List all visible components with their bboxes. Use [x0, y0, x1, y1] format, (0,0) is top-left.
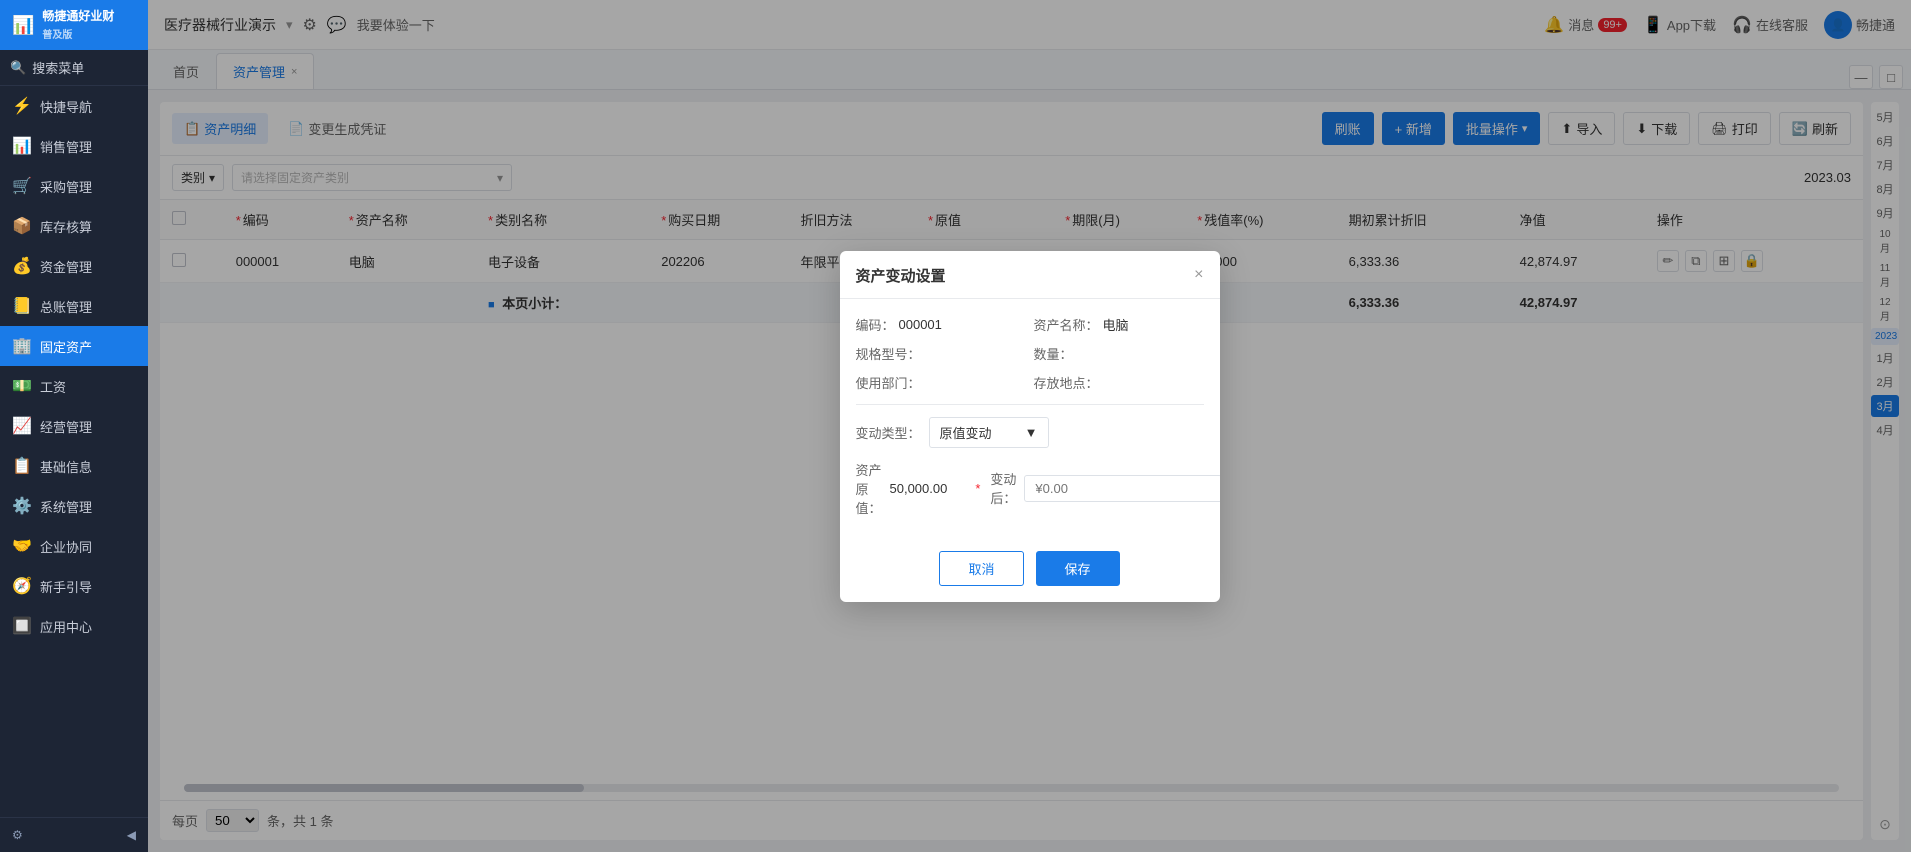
purchase-icon: 🛒 [12, 176, 32, 196]
change-type-value: 原值变动 [940, 423, 992, 442]
quick-nav-icon: ⚡ [12, 96, 32, 116]
inventory-label: 库存核算 [40, 217, 92, 236]
dialog-body: 编码： 000001 资产名称： 电脑 规格型号： 数量： [840, 299, 1220, 547]
search-label: 搜索菜单 [32, 58, 84, 77]
guide-icon: 🧭 [12, 576, 32, 596]
finance-label: 资金管理 [40, 257, 92, 276]
sidebar-item-payroll[interactable]: 💵 工资 [0, 366, 148, 406]
asset-name-label: 资产名称： [1034, 315, 1099, 334]
asset-value-row: 资产原值： 50,000.00 * 变动后： [856, 460, 1204, 517]
dialog-row-1: 编码： 000001 资产名称： 电脑 [856, 315, 1204, 334]
base-info-label: 基础信息 [40, 457, 92, 476]
purchase-label: 采购管理 [40, 177, 92, 196]
search-icon: 🔍 [10, 60, 26, 76]
finance-icon: 💰 [12, 256, 32, 276]
sidebar-item-sales[interactable]: 📊 销售管理 [0, 126, 148, 166]
after-change-input[interactable] [1024, 475, 1219, 502]
code-value: 000001 [899, 317, 942, 332]
dialog-close-btn[interactable]: × [1194, 266, 1203, 284]
change-type-row: 变动类型： 原值变动 ▼ [856, 417, 1204, 448]
sidebar-item-search[interactable]: 🔍 搜索菜单 [0, 50, 148, 86]
apps-label: 应用中心 [40, 617, 92, 636]
app-edition: 普及版 [42, 26, 114, 41]
dialog-overlay: 资产变动设置 × 编码： 000001 资产名称： 电脑 [148, 0, 1911, 852]
fixed-assets-icon: 🏢 [12, 336, 32, 356]
main-area: 医疗器械行业演示 ▾ ⚙ 💬 我要体验一下 🔔 消息 99+ 📱 App下载 🎧… [148, 0, 1911, 852]
ops-label: 经营管理 [40, 417, 92, 436]
dialog-spec-field: 规格型号： [856, 344, 1026, 363]
sidebar-item-ledger[interactable]: 📒 总账管理 [0, 286, 148, 326]
sidebar-item-guide[interactable]: 🧭 新手引导 [0, 566, 148, 606]
app-name: 畅捷通好业财 [42, 9, 114, 25]
app-name-block: 畅捷通好业财 普及版 [42, 9, 114, 41]
sidebar-item-ops[interactable]: 📈 经营管理 [0, 406, 148, 446]
change-type-chevron: ▼ [1025, 425, 1038, 440]
dialog-footer: 取消 保存 [840, 547, 1220, 602]
quick-nav-label: 快捷导航 [40, 97, 92, 116]
asset-value-value: 50,000.00 [890, 481, 948, 496]
system-icon: ⚙️ [12, 496, 32, 516]
dialog-title: 资产变动设置 [856, 265, 946, 286]
change-type-label: 变动类型： [856, 423, 921, 442]
save-button[interactable]: 保存 [1036, 551, 1120, 586]
cancel-button[interactable]: 取消 [939, 551, 1023, 586]
settings-footer-icon[interactable]: ⚙ [12, 828, 23, 842]
base-info-icon: 📋 [12, 456, 32, 476]
dialog-quantity-field: 数量： [1034, 344, 1204, 363]
fixed-assets-label: 固定资产 [40, 337, 92, 356]
sidebar-item-apps[interactable]: 🔲 应用中心 [0, 606, 148, 646]
inventory-icon: 📦 [12, 216, 32, 236]
sidebar-footer: ⚙ ◀ [0, 817, 148, 852]
sidebar-item-fixed-assets[interactable]: 🏢 固定资产 [0, 326, 148, 366]
dept-label: 使用部门： [856, 373, 921, 392]
sales-label: 销售管理 [40, 137, 92, 156]
asset-name-value: 电脑 [1103, 315, 1129, 334]
sidebar-item-system[interactable]: ⚙️ 系统管理 [0, 486, 148, 526]
payroll-label: 工资 [40, 377, 66, 396]
dialog-divider [856, 404, 1204, 405]
dialog-dept-field: 使用部门： [856, 373, 1026, 392]
sidebar-item-quick-nav[interactable]: ⚡ 快捷导航 [0, 86, 148, 126]
sales-icon: 📊 [12, 136, 32, 156]
change-type-select[interactable]: 原值变动 ▼ [929, 417, 1049, 448]
quantity-label: 数量： [1034, 344, 1073, 363]
collapse-icon[interactable]: ◀ [127, 828, 136, 842]
dialog-asset-name-field: 资产名称： 电脑 [1034, 315, 1204, 334]
sidebar-item-purchase[interactable]: 🛒 采购管理 [0, 166, 148, 206]
location-label: 存放地点： [1034, 373, 1099, 392]
sidebar-item-collab[interactable]: 🤝 企业协同 [0, 526, 148, 566]
guide-label: 新手引导 [40, 577, 92, 596]
ledger-icon: 📒 [12, 296, 32, 316]
system-label: 系统管理 [40, 497, 92, 516]
sidebar-item-base-info[interactable]: 📋 基础信息 [0, 446, 148, 486]
spec-label: 规格型号： [856, 344, 921, 363]
sidebar-header: 📊 畅捷通好业财 普及版 [0, 0, 148, 50]
dialog-location-field: 存放地点： [1034, 373, 1204, 392]
ledger-label: 总账管理 [40, 297, 92, 316]
sidebar-item-inventory[interactable]: 📦 库存核算 [0, 206, 148, 246]
payroll-icon: 💵 [12, 376, 32, 396]
app-logo-icon: 📊 [12, 15, 34, 36]
collab-label: 企业协同 [40, 537, 92, 556]
collab-icon: 🤝 [12, 536, 32, 556]
asset-value-label: 资产原值： [856, 460, 882, 517]
sidebar-item-finance[interactable]: 💰 资金管理 [0, 246, 148, 286]
apps-icon: 🔲 [12, 616, 32, 636]
dialog-code-field: 编码： 000001 [856, 315, 1026, 334]
dialog-row-3: 使用部门： 存放地点： [856, 373, 1204, 392]
dialog-header: 资产变动设置 × [840, 251, 1220, 299]
dialog-row-2: 规格型号： 数量： [856, 344, 1204, 363]
ops-icon: 📈 [12, 416, 32, 436]
after-change-label: 变动后： [990, 469, 1016, 507]
code-label: 编码： [856, 315, 895, 334]
sidebar: 📊 畅捷通好业财 普及版 🔍 搜索菜单 ⚡ 快捷导航 📊 销售管理 🛒 采购管理… [0, 0, 148, 852]
asset-change-dialog: 资产变动设置 × 编码： 000001 资产名称： 电脑 [840, 251, 1220, 602]
required-mark: * [975, 481, 980, 496]
